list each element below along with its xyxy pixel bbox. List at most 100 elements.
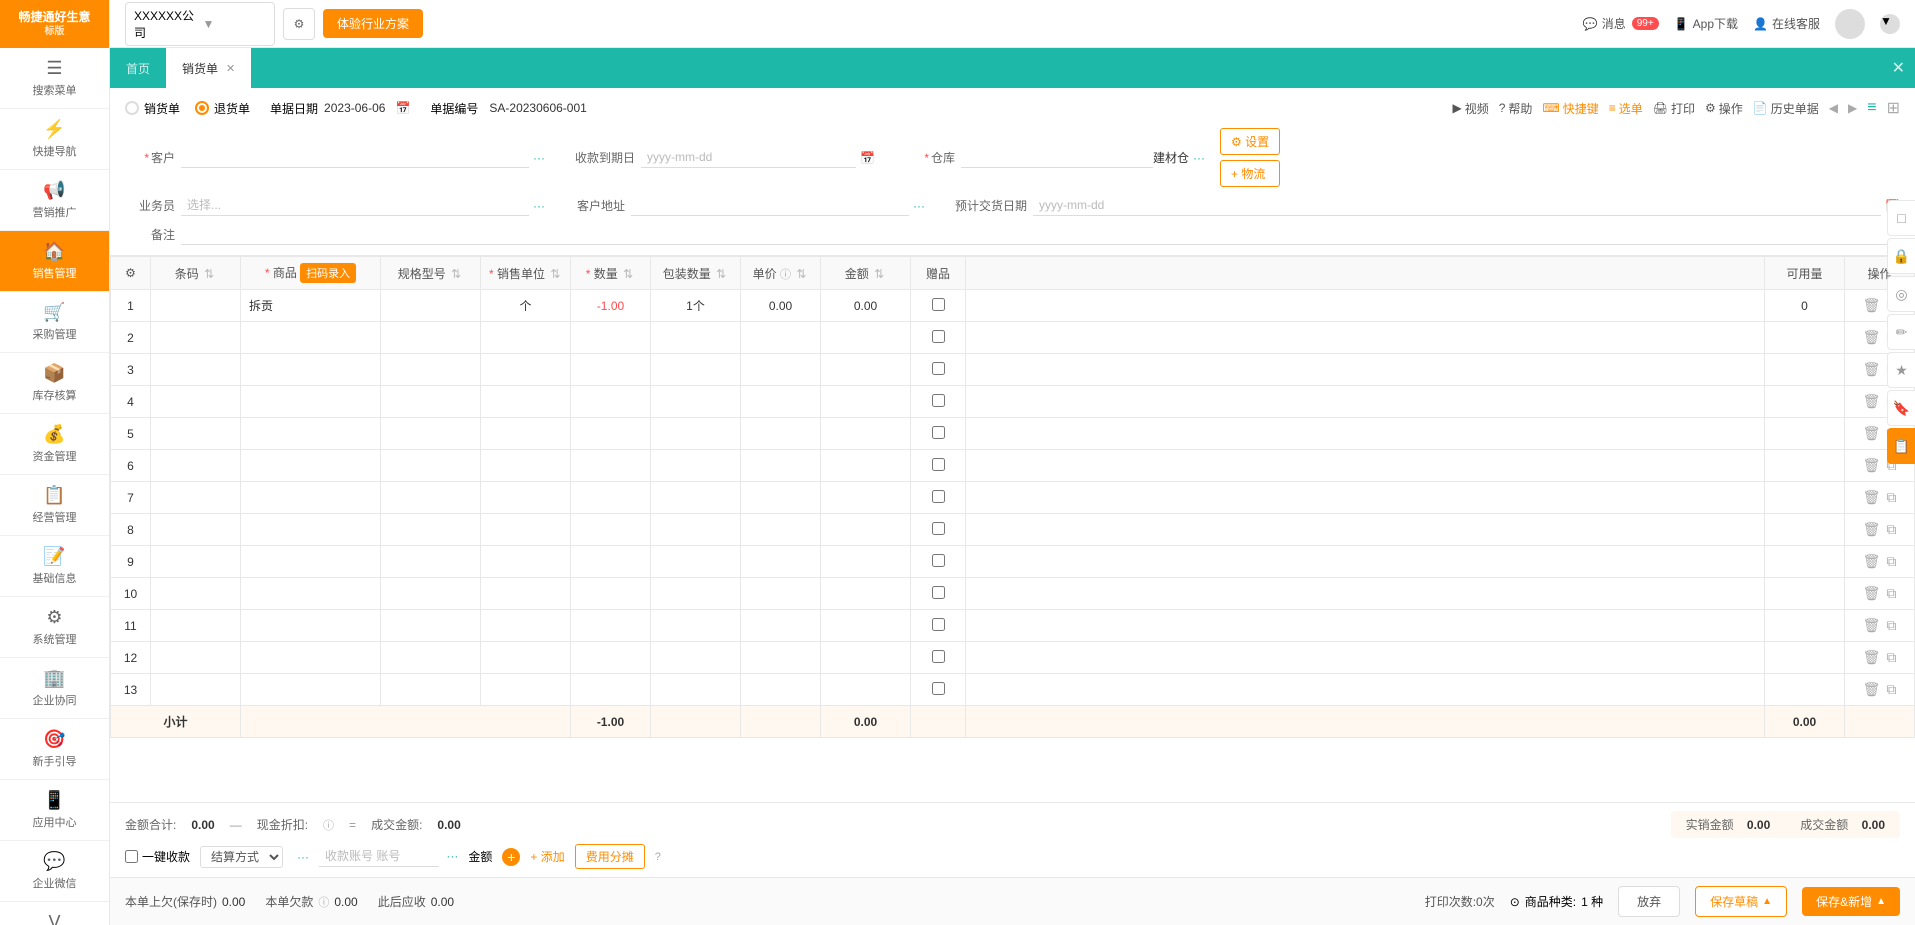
row-barcode-4[interactable] — [151, 386, 241, 418]
pagination-prev[interactable]: ◀ — [1829, 101, 1838, 115]
float-bookmark-btn[interactable]: 🔖 — [1887, 390, 1915, 426]
spec-sort[interactable]: ⇅ — [451, 267, 461, 281]
user-avatar[interactable] — [1835, 9, 1865, 39]
sidebar-item-marketing[interactable]: 📢 营销推广 — [0, 170, 109, 231]
copy-row-11[interactable]: ⧉ — [1886, 617, 1896, 634]
sidebar-item-sales[interactable]: 🏠 销售管理 — [0, 231, 109, 292]
radio-return-order[interactable]: 退货单 — [195, 100, 250, 117]
shortcut-btn[interactable]: ⌨ 快捷键 — [1542, 100, 1598, 117]
online-service-button[interactable]: 👤 在线客服 — [1753, 15, 1820, 32]
delete-row-6[interactable]: 🗑 — [1863, 457, 1881, 474]
discard-button[interactable]: 放弃 — [1618, 886, 1680, 917]
select-list-btn[interactable]: ≡ 选单 — [1609, 100, 1643, 117]
row-barcode-8[interactable] — [151, 514, 241, 546]
row-gift-13[interactable] — [911, 674, 966, 706]
float-star-btn[interactable]: ★ — [1887, 352, 1915, 388]
row-gift-5[interactable] — [911, 418, 966, 450]
scan-input-btn[interactable]: 扫码录入 — [300, 263, 356, 283]
customer-ellipsis-btn[interactable]: ··· — [533, 151, 545, 165]
delete-row-7[interactable]: 🗑 — [1863, 489, 1881, 506]
row-gift-2[interactable] — [911, 322, 966, 354]
payment-checkbox-input[interactable] — [125, 850, 138, 863]
add-payment-btn[interactable]: + — [502, 848, 520, 866]
tab-home[interactable]: 首页 — [110, 48, 166, 88]
save-draft-button[interactable]: 保存草稿 ▲ — [1695, 886, 1787, 917]
delete-row-8[interactable]: 🗑 — [1863, 521, 1881, 538]
delete-row-5[interactable]: 🗑 — [1863, 425, 1881, 442]
user-dropdown[interactable]: ▼ — [1880, 14, 1900, 34]
experience-button[interactable]: 体验行业方案 — [323, 9, 423, 38]
float-notes-btn[interactable]: □ — [1887, 200, 1915, 236]
expected-date-input[interactable] — [1033, 195, 1881, 216]
settings-action-btn[interactable]: ⚙ 设置 — [1220, 128, 1280, 155]
barcode-sort[interactable]: ⇅ — [204, 267, 214, 281]
row-gift-8[interactable] — [911, 514, 966, 546]
delete-row-4[interactable]: 🗑 — [1863, 393, 1881, 410]
payment-date-calendar-icon[interactable]: 📅 — [860, 151, 875, 165]
payment-account-input[interactable] — [319, 846, 439, 867]
row-gift-4[interactable] — [911, 386, 966, 418]
sidebar-item-purchase[interactable]: 🛒 采购管理 — [0, 292, 109, 353]
sidebar-item-appstore[interactable]: 📱 应用中心 — [0, 780, 109, 841]
discount-info-icon[interactable]: ⓘ — [323, 817, 334, 833]
row-gift-11[interactable] — [911, 610, 966, 642]
settings-button[interactable]: ⚙ — [283, 8, 315, 40]
row-gift-12[interactable] — [911, 642, 966, 674]
float-clipboard-btn[interactable]: 📋 — [1887, 428, 1915, 464]
sidebar-item-guide[interactable]: 🎯 新手引导 — [0, 719, 109, 780]
copy-row-8[interactable]: ⧉ — [1886, 521, 1896, 538]
pagination-next[interactable]: ▶ — [1848, 101, 1857, 115]
delete-row-2[interactable]: 🗑 — [1863, 329, 1881, 346]
one-click-payment-checkbox[interactable]: 一键收款 — [125, 848, 190, 865]
salesperson-input[interactable] — [181, 195, 529, 216]
unit-sort[interactable]: ⇅ — [550, 267, 560, 281]
row-barcode-12[interactable] — [151, 642, 241, 674]
row-barcode-3[interactable] — [151, 354, 241, 386]
pack-sort[interactable]: ⇅ — [716, 267, 726, 281]
customer-input[interactable] — [181, 147, 529, 168]
delete-row-9[interactable]: 🗑 — [1863, 553, 1881, 570]
tab-sales-order[interactable]: 销货单 ✕ — [166, 48, 251, 88]
account-ellipsis[interactable]: ··· — [446, 849, 458, 863]
delete-row-1[interactable]: 🗑 — [1863, 297, 1881, 314]
company-selector[interactable]: XXXXXX公司 ▼ — [125, 2, 275, 46]
row-gift-3[interactable] — [911, 354, 966, 386]
copy-row-12[interactable]: ⧉ — [1886, 649, 1896, 666]
row-gift-9[interactable] — [911, 546, 966, 578]
qty-sort[interactable]: ⇅ — [623, 267, 633, 281]
col-header-settings[interactable]: ⚙ — [111, 257, 151, 290]
payment-date-input[interactable] — [641, 147, 856, 168]
sidebar-item-system[interactable]: ⚙ 系统管理 — [0, 597, 109, 658]
address-ellipsis-btn[interactable]: ··· — [913, 199, 925, 213]
tab-close-icon[interactable]: ✕ — [226, 62, 235, 75]
sidebar-item-member[interactable]: V 畅会员 — [0, 902, 109, 925]
warehouse-input[interactable] — [961, 147, 1153, 168]
row-barcode-11[interactable] — [151, 610, 241, 642]
radio-sales-order[interactable]: 销货单 — [125, 100, 180, 117]
row-barcode-7[interactable] — [151, 482, 241, 514]
row-barcode-10[interactable] — [151, 578, 241, 610]
expense-allocation-btn[interactable]: 费用分摊 — [575, 844, 645, 869]
row-barcode-6[interactable] — [151, 450, 241, 482]
delete-row-11[interactable]: 🗑 — [1863, 617, 1881, 634]
row-gift-10[interactable] — [911, 578, 966, 610]
operation-btn[interactable]: ⚙ 操作 — [1705, 100, 1743, 117]
row-barcode-13[interactable] — [151, 674, 241, 706]
sidebar-item-wechat[interactable]: 💬 企业微信 — [0, 841, 109, 902]
delete-row-13[interactable]: 🗑 — [1863, 681, 1881, 698]
float-target-btn[interactable]: ◎ — [1887, 276, 1915, 312]
sidebar-item-quicknav[interactable]: ⚡ 快捷导航 — [0, 109, 109, 170]
fenyong-info-icon[interactable]: ? — [655, 851, 661, 863]
row-barcode-1[interactable] — [151, 290, 241, 322]
row-gift-1[interactable] — [911, 290, 966, 322]
sidebar-item-search[interactable]: ☰ 搜索菜单 — [0, 48, 109, 109]
sidebar-item-basic[interactable]: 📝 基础信息 — [0, 536, 109, 597]
remarks-input[interactable] — [181, 224, 1900, 245]
row-gift-6[interactable] — [911, 450, 966, 482]
sidebar-item-business[interactable]: 📋 经营管理 — [0, 475, 109, 536]
payment-method-select[interactable]: 结算方式 — [200, 846, 283, 868]
help-btn[interactable]: ? 帮助 — [1499, 100, 1533, 117]
app-download-button[interactable]: 📱 App下载 — [1674, 15, 1738, 32]
warehouse-ellipsis-btn[interactable]: ··· — [1193, 151, 1205, 165]
sidebar-item-finance[interactable]: 💰 资金管理 — [0, 414, 109, 475]
